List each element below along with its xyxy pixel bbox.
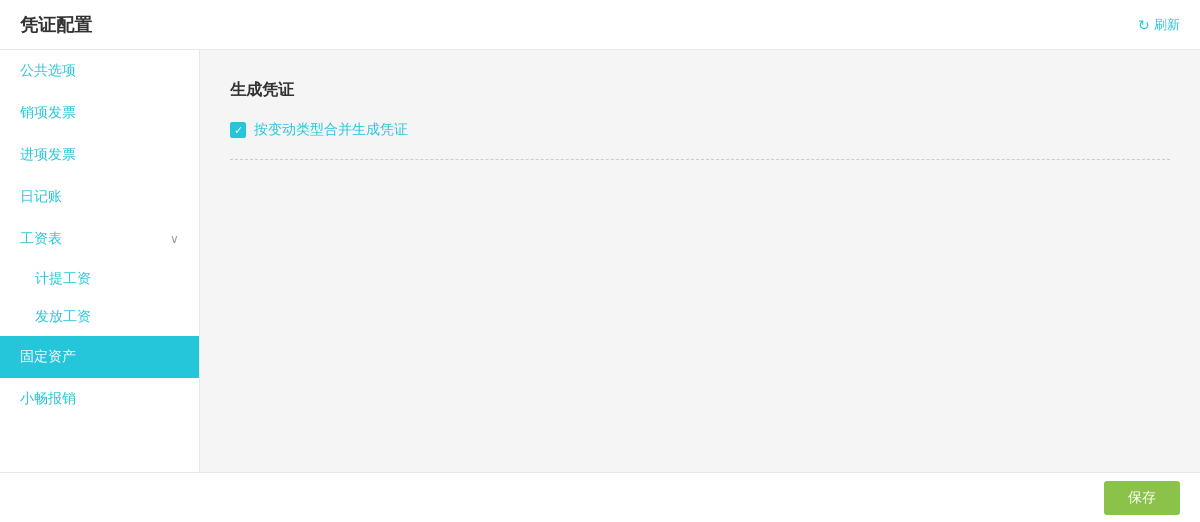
section-title: 生成凭证 xyxy=(230,80,1170,101)
sidebar-item-pay-payroll[interactable]: 发放工资 xyxy=(0,298,199,336)
sidebar-item-label: 销项发票 xyxy=(20,104,76,122)
save-button[interactable]: 保存 xyxy=(1104,481,1180,515)
sidebar-item-label: 公共选项 xyxy=(20,62,76,80)
sidebar: 公共选项 销项发票 进项发票 日记账 工资表 ∨ 计提工资 发放工资 固定资 xyxy=(0,50,200,472)
refresh-button[interactable]: ↻ 刷新 xyxy=(1138,16,1180,34)
sidebar-item-purchase-invoice[interactable]: 进项发票 xyxy=(0,134,199,176)
sidebar-item-label: 小畅报销 xyxy=(20,390,76,408)
page-title: 凭证配置 xyxy=(20,13,92,37)
sidebar-item-public[interactable]: 公共选项 xyxy=(0,50,199,92)
merge-by-type-checkbox[interactable] xyxy=(230,122,246,138)
chevron-down-icon: ∨ xyxy=(170,232,179,246)
footer: 保存 xyxy=(0,472,1200,522)
sidebar-item-expense[interactable]: 小畅报销 xyxy=(0,378,199,420)
page-wrapper: 凭证配置 ↻ 刷新 公共选项 销项发票 进项发票 日记账 工资表 ∨ xyxy=(0,0,1200,522)
sidebar-item-label: 计提工资 xyxy=(35,270,91,286)
sidebar-item-calc-payroll[interactable]: 计提工资 xyxy=(0,260,199,298)
sidebar-item-label: 工资表 xyxy=(20,230,62,248)
section-divider xyxy=(230,159,1170,160)
checkbox-row: 按变动类型合并生成凭证 xyxy=(230,121,1170,139)
refresh-label: 刷新 xyxy=(1154,16,1180,34)
content-area: 生成凭证 按变动类型合并生成凭证 xyxy=(200,50,1200,472)
main-layout: 公共选项 销项发票 进项发票 日记账 工资表 ∨ 计提工资 发放工资 固定资 xyxy=(0,50,1200,472)
checkbox-label: 按变动类型合并生成凭证 xyxy=(254,121,408,139)
sidebar-item-label: 日记账 xyxy=(20,188,62,206)
header: 凭证配置 ↻ 刷新 xyxy=(0,0,1200,50)
sidebar-item-label: 进项发票 xyxy=(20,146,76,164)
sidebar-item-label: 发放工资 xyxy=(35,308,91,324)
refresh-icon: ↻ xyxy=(1138,17,1150,33)
sidebar-item-sales-invoice[interactable]: 销项发票 xyxy=(0,92,199,134)
sidebar-item-label: 固定资产 xyxy=(20,348,76,366)
sidebar-item-journal[interactable]: 日记账 xyxy=(0,176,199,218)
sidebar-item-fixed-assets[interactable]: 固定资产 xyxy=(0,336,199,378)
sidebar-item-payroll[interactable]: 工资表 ∨ xyxy=(0,218,199,260)
